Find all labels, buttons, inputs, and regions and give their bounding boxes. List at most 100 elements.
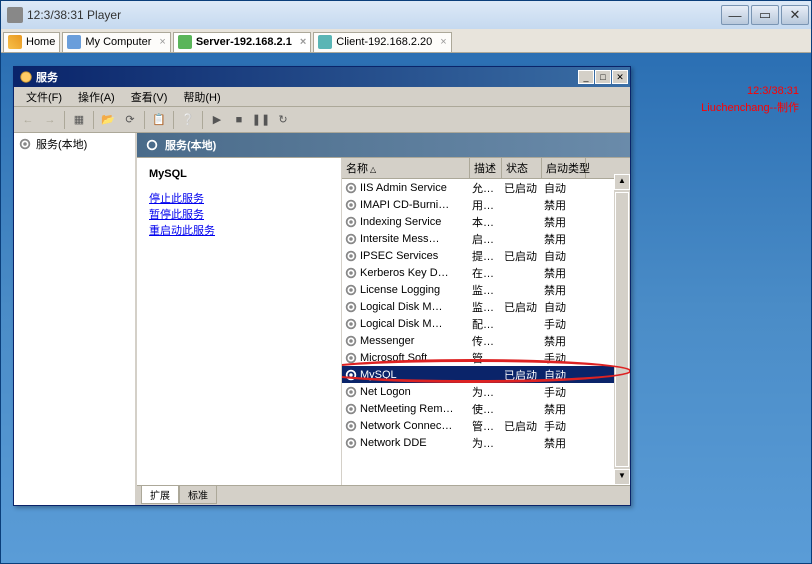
service-row[interactable]: Indexing Service本…禁用 (342, 213, 630, 230)
cell-name: Messenger (360, 335, 472, 347)
restart-link[interactable]: 重启动此服务 (149, 225, 215, 237)
cell-desc: 管… (472, 418, 504, 434)
service-row[interactable]: Net Logon为…手动 (342, 383, 630, 400)
cell-status: 已启动 (504, 248, 544, 264)
service-row[interactable]: Kerberos Key D…在…禁用 (342, 264, 630, 281)
tab-client[interactable]: Client-192.168.2.20 × (313, 32, 451, 52)
scroll-thumb[interactable] (615, 192, 629, 467)
column-status[interactable]: 状态 (502, 158, 542, 178)
cell-start: 手动 (544, 418, 588, 434)
back-button[interactable]: ← (18, 110, 38, 130)
remote-desktop: 12:3/38:31 Liuchenchang--制作 服务 _ □ ✕ 文件(… (1, 53, 811, 563)
player-window: 12:3/38:31 Player — ▭ ✕ Home My Computer… (0, 0, 812, 564)
cell-name: Microsoft Soft… (360, 352, 472, 364)
gear-icon (344, 436, 358, 450)
refresh-button[interactable]: ⟳ (120, 110, 140, 130)
cell-desc: 提… (472, 248, 504, 264)
cell-name: NetMeeting Rem… (360, 403, 472, 415)
cell-start: 禁用 (544, 401, 588, 417)
service-row[interactable]: License Logging监…禁用 (342, 281, 630, 298)
tree-root-item[interactable]: 服务(本地) (16, 135, 133, 153)
service-row[interactable]: Messenger传…禁用 (342, 332, 630, 349)
cell-name: Indexing Service (360, 216, 472, 228)
cell-status: 已启动 (504, 180, 544, 196)
gear-icon (344, 368, 358, 382)
cell-desc: 传… (472, 333, 504, 349)
gear-icon (344, 419, 358, 433)
services-titlebar[interactable]: 服务 _ □ ✕ (14, 67, 630, 87)
tab-extended[interactable]: 扩展 (141, 486, 179, 504)
cell-desc: 配… (472, 316, 504, 332)
menu-action[interactable]: 操作(A) (70, 87, 123, 107)
service-row[interactable]: IIS Admin Service允…已启动自动 (342, 179, 630, 196)
service-row[interactable]: Network DDE为…禁用 (342, 434, 630, 451)
window-title: 12:3/38:31 Player (27, 8, 721, 22)
forward-button[interactable]: → (40, 110, 60, 130)
gear-icon (344, 402, 358, 416)
cell-desc: 监… (472, 299, 504, 315)
gear-icon (344, 317, 358, 331)
service-row[interactable]: IPSEC Services提…已启动自动 (342, 247, 630, 264)
gear-icon (344, 351, 358, 365)
server-icon (178, 35, 192, 49)
play-button[interactable]: ▶ (207, 110, 227, 130)
tab-close-icon[interactable]: × (300, 36, 306, 48)
column-desc[interactable]: 描述 (470, 158, 502, 178)
maximize-button[interactable]: ▭ (751, 5, 779, 25)
services-title: 服务 (36, 69, 577, 85)
service-list: 名称△ 描述 状态 启动类型 tt. IIS Admin Service允…已启… (342, 158, 630, 485)
stop-button[interactable]: ■ (229, 110, 249, 130)
vertical-scrollbar[interactable]: ▲ ▼ (614, 174, 630, 485)
tab-my-computer[interactable]: My Computer × (62, 32, 170, 52)
export-button[interactable]: 📋 (149, 110, 169, 130)
cell-start: 禁用 (544, 435, 588, 451)
cell-name: IMAPI CD-Burni… (360, 199, 472, 211)
svc-close-button[interactable]: ✕ (612, 70, 628, 84)
tab-close-icon[interactable]: × (440, 36, 446, 48)
restart-button[interactable]: ↻ (273, 110, 293, 130)
service-row[interactable]: Network Connec…管…已启动手动 (342, 417, 630, 434)
cell-name: Logical Disk M… (360, 318, 472, 330)
menu-file[interactable]: 文件(F) (18, 87, 70, 107)
gear-icon (344, 198, 358, 212)
cell-name: Kerberos Key D… (360, 267, 472, 279)
tab-server[interactable]: Server-192.168.2.1 × (173, 32, 311, 52)
service-row[interactable]: Intersite Mess…启…禁用 (342, 230, 630, 247)
pause-button[interactable]: ❚❚ (251, 110, 271, 130)
cell-name: IPSEC Services (360, 250, 472, 262)
tab-label: Home (26, 36, 55, 48)
service-row[interactable]: NetMeeting Rem…使…禁用 (342, 400, 630, 417)
pause-link[interactable]: 暂停此服务 (149, 209, 204, 221)
properties-button[interactable]: ▦ (69, 110, 89, 130)
minimize-button[interactable]: — (721, 5, 749, 25)
tab-label: Client-192.168.2.20 (336, 36, 432, 48)
tab-close-icon[interactable]: × (159, 36, 165, 48)
cell-start: 手动 (544, 350, 588, 366)
tab-home[interactable]: Home (3, 32, 60, 52)
scroll-down-icon[interactable]: ▼ (614, 469, 630, 485)
service-row[interactable]: Logical Disk M…监…已启动自动 (342, 298, 630, 315)
service-row[interactable]: Microsoft Soft…管…手动 (342, 349, 630, 366)
open-button[interactable]: 📂 (98, 110, 118, 130)
cell-desc: 监… (472, 282, 504, 298)
cell-desc: 在… (472, 265, 504, 281)
cell-status: 已启动 (504, 299, 544, 315)
service-row[interactable]: Logical Disk M…配…手动 (342, 315, 630, 332)
menu-help[interactable]: 帮助(H) (175, 87, 228, 107)
cell-status: 已启动 (504, 367, 544, 383)
service-row[interactable]: IMAPI CD-Burni…用…禁用 (342, 196, 630, 213)
svc-minimize-button[interactable]: _ (578, 70, 594, 84)
svc-maximize-button[interactable]: □ (595, 70, 611, 84)
cell-name: IIS Admin Service (360, 182, 472, 194)
cell-status: 已启动 (504, 418, 544, 434)
close-button[interactable]: ✕ (781, 5, 809, 25)
help-button[interactable]: ❔ (178, 110, 198, 130)
service-row[interactable]: MySQL已启动自动 (342, 366, 630, 383)
column-name[interactable]: 名称△ (342, 158, 470, 178)
scroll-up-icon[interactable]: ▲ (614, 174, 630, 190)
tab-label: Server-192.168.2.1 (196, 36, 292, 48)
tab-standard[interactable]: 标准 (179, 486, 217, 504)
stop-link[interactable]: 停止此服务 (149, 193, 204, 205)
menu-view[interactable]: 查看(V) (123, 87, 176, 107)
column-start[interactable]: 启动类型 (542, 158, 586, 178)
